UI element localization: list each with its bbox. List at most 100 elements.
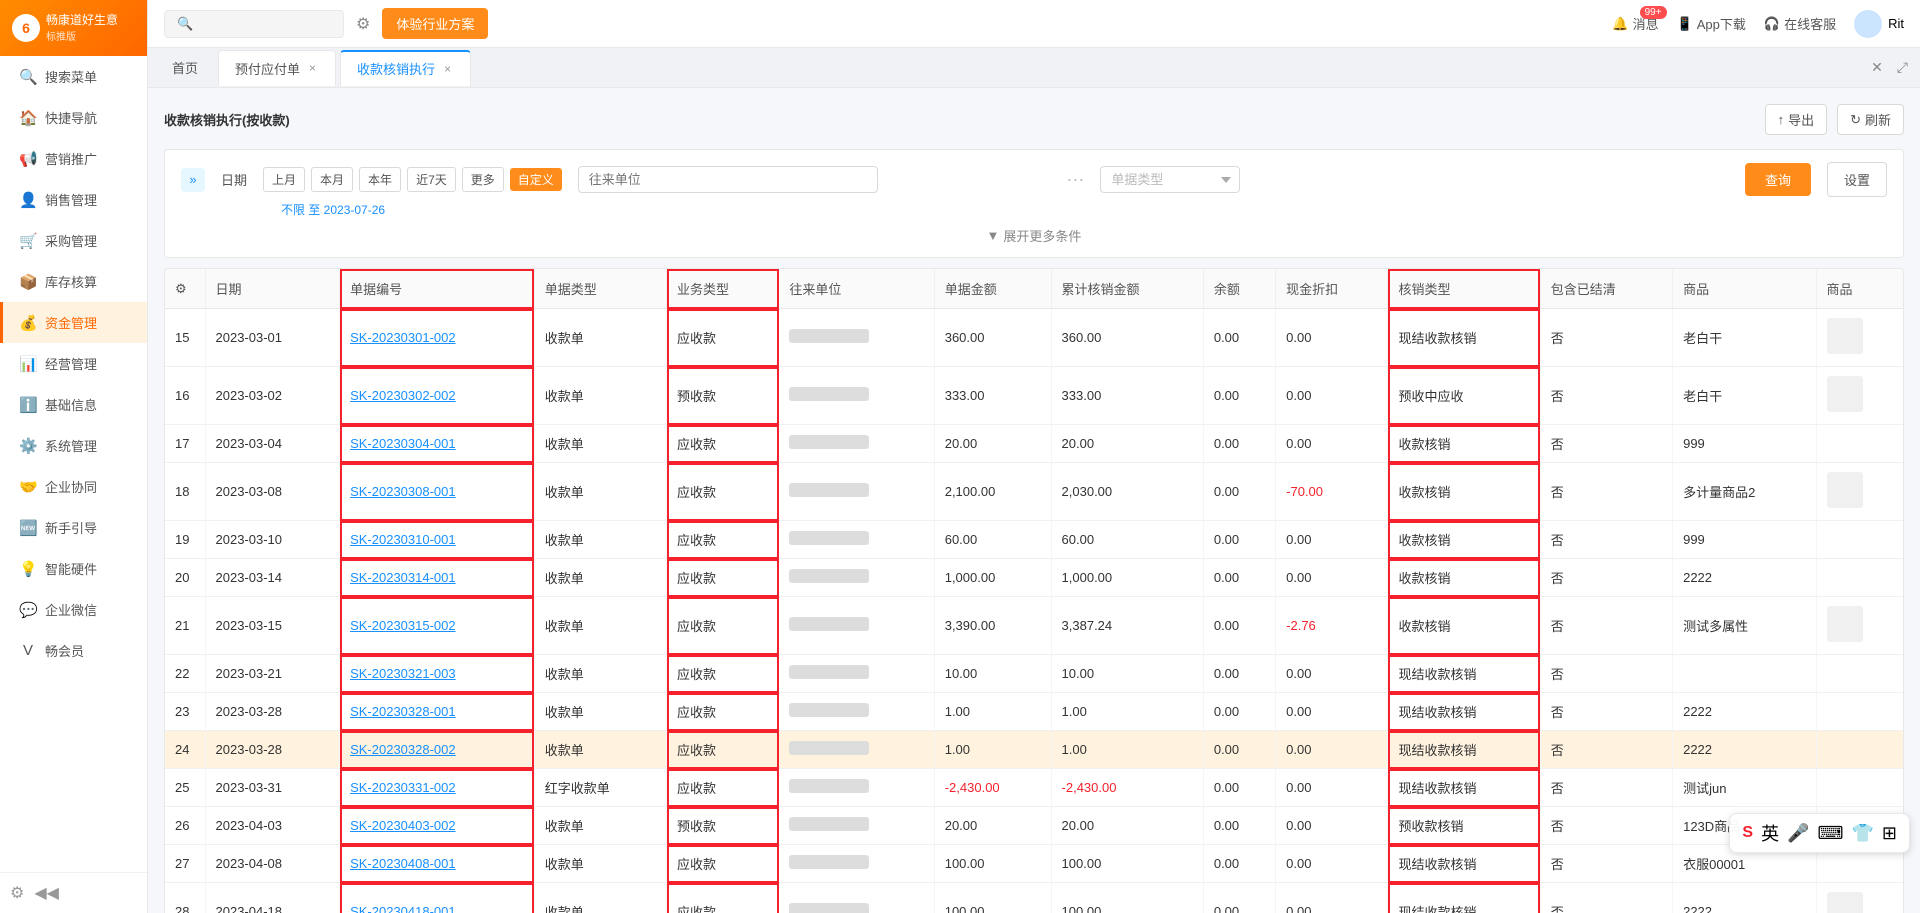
- sidebar-item-finance[interactable]: 💰 资金管理: [0, 302, 147, 343]
- bill-no-link[interactable]: SK-20230328-002: [350, 742, 456, 757]
- tab-receipt-close[interactable]: ×: [441, 61, 454, 77]
- sidebar-item-search[interactable]: 🔍 搜索菜单: [0, 56, 147, 97]
- sidebar-item-wechat[interactable]: 💬 企业微信: [0, 589, 147, 630]
- tab-maximize-button[interactable]: ⤢: [1893, 55, 1912, 80]
- sidebar-item-member[interactable]: V 畅会员: [0, 630, 147, 671]
- topbar-search-box[interactable]: 🔍: [164, 10, 344, 38]
- td-amount: 60.00: [934, 521, 1051, 559]
- td-counterpart: [779, 367, 934, 425]
- counterpart-masked: [789, 665, 869, 679]
- tab-home[interactable]: 首页: [156, 50, 214, 86]
- app-download-button[interactable]: 📱 App下载: [1677, 14, 1746, 33]
- bill-no-link[interactable]: SK-20230308-001: [350, 484, 456, 499]
- bill-no-link[interactable]: SK-20230314-001: [350, 570, 456, 585]
- tab-receipt[interactable]: 收款核销执行 ×: [340, 50, 471, 86]
- table-row[interactable]: 19 2023-03-10 SK-20230310-001 收款单 应收款 60…: [165, 521, 1903, 559]
- service-label: 在线客服: [1784, 14, 1836, 33]
- table-row[interactable]: 21 2023-03-15 SK-20230315-002 收款单 应收款 3,…: [165, 597, 1903, 655]
- bill-no-link[interactable]: SK-20230408-001: [350, 856, 456, 871]
- purchase-icon: 🛒: [19, 232, 37, 250]
- ime-shirt-icon[interactable]: 👕: [1851, 823, 1873, 844]
- td-biz-type: 预收款: [667, 807, 779, 845]
- td-write-off-type: 收款核销: [1388, 559, 1540, 597]
- counterpart-input[interactable]: [578, 166, 878, 193]
- table-row[interactable]: 24 2023-03-28 SK-20230328-002 收款单 应收款 1.…: [165, 731, 1903, 769]
- bill-no-link[interactable]: SK-20230328-001: [350, 704, 456, 719]
- bill-no-link[interactable]: SK-20230418-001: [350, 904, 456, 913]
- table-row[interactable]: 26 2023-04-03 SK-20230403-002 收款单 预收款 20…: [165, 807, 1903, 845]
- tab-payable-close[interactable]: ×: [306, 60, 319, 76]
- tab-close-all-button[interactable]: ✕: [1867, 55, 1887, 80]
- bill-no-link[interactable]: SK-20230403-002: [350, 818, 456, 833]
- table-row[interactable]: 16 2023-03-02 SK-20230302-002 收款单 预收款 33…: [165, 367, 1903, 425]
- th-settings[interactable]: ⚙: [165, 269, 205, 309]
- collapse-icon[interactable]: ◀◀: [34, 883, 59, 903]
- bill-no-link[interactable]: SK-20230315-002: [350, 618, 456, 633]
- bill-type-select[interactable]: 单据类型: [1100, 166, 1240, 193]
- table-row[interactable]: 20 2023-03-14 SK-20230314-001 收款单 应收款 1,…: [165, 559, 1903, 597]
- product-thumbnail: [1827, 892, 1863, 913]
- date-btn-this-year[interactable]: 本年: [359, 167, 401, 192]
- table-row[interactable]: 18 2023-03-08 SK-20230308-001 收款单 应收款 2,…: [165, 463, 1903, 521]
- user-avatar[interactable]: Rit: [1854, 10, 1904, 38]
- notification-button[interactable]: 🔔 消息 99+: [1612, 14, 1658, 33]
- td-included: 否: [1540, 597, 1672, 655]
- member-icon: V: [19, 642, 37, 659]
- refresh-button[interactable]: ↻ 刷新: [1837, 104, 1904, 135]
- sidebar-item-basic[interactable]: ℹ️ 基础信息: [0, 384, 147, 425]
- sidebar-item-operations[interactable]: 📊 经营管理: [0, 343, 147, 384]
- sidebar-item-inventory[interactable]: 📦 库存核算: [0, 261, 147, 302]
- th-balance: 余额: [1203, 269, 1275, 309]
- td-date: 2023-03-15: [205, 597, 340, 655]
- payable-tab-label: 预付应付单: [235, 59, 300, 78]
- bill-no-link[interactable]: SK-20230301-002: [350, 330, 456, 345]
- th-write-off-type: 核销类型: [1388, 269, 1540, 309]
- ime-grid-icon[interactable]: ⊞: [1882, 823, 1897, 844]
- sidebar-item-hardware[interactable]: 💡 智能硬件: [0, 548, 147, 589]
- date-btn-more[interactable]: 更多: [462, 167, 504, 192]
- wechat-icon: 💬: [19, 601, 37, 619]
- sidebar-item-system[interactable]: ⚙️ 系统管理: [0, 425, 147, 466]
- sidebar-item-sales[interactable]: 👤 销售管理: [0, 179, 147, 220]
- bill-no-link[interactable]: SK-20230302-002: [350, 388, 456, 403]
- sidebar-item-marketing[interactable]: 📢 营销推广: [0, 138, 147, 179]
- td-balance: 0.00: [1203, 367, 1275, 425]
- bill-no-link[interactable]: SK-20230310-001: [350, 532, 456, 547]
- bill-no-link[interactable]: SK-20230321-003: [350, 666, 456, 681]
- topbar-gear-icon[interactable]: ⚙: [356, 14, 370, 34]
- table-row[interactable]: 22 2023-03-21 SK-20230321-003 收款单 应收款 10…: [165, 655, 1903, 693]
- table-row[interactable]: 28 2023-04-18 SK-20230418-001 收款单 应收款 10…: [165, 883, 1903, 913]
- table-row[interactable]: 27 2023-04-08 SK-20230408-001 收款单 应收款 10…: [165, 845, 1903, 883]
- date-btn-this-month[interactable]: 本月: [311, 167, 353, 192]
- export-button[interactable]: ↑ 导出: [1765, 104, 1828, 135]
- ime-mic-icon[interactable]: 🎤: [1787, 823, 1809, 844]
- online-service-button[interactable]: 🎧 在线客服: [1764, 14, 1836, 33]
- td-date: 2023-03-01: [205, 309, 340, 367]
- settings-icon[interactable]: ⚙: [10, 883, 24, 903]
- date-btn-last-month[interactable]: 上月: [263, 167, 305, 192]
- filter-expand-button[interactable]: »: [181, 168, 205, 192]
- settings-button[interactable]: 设置: [1827, 162, 1887, 197]
- table-row[interactable]: 25 2023-03-31 SK-20230331-002 红字收款单 应收款 …: [165, 769, 1903, 807]
- sidebar-item-quick[interactable]: 🏠 快捷导航: [0, 97, 147, 138]
- sales-icon: 👤: [19, 191, 37, 209]
- td-bill-type: 收款单: [534, 883, 666, 913]
- table-scroll[interactable]: ⚙ 日期 单据编号 单据类型 业务类型 往来单位 单据金额 累计核销金额 余额 …: [165, 269, 1903, 913]
- date-btn-7days[interactable]: 近7天: [407, 167, 456, 192]
- query-button[interactable]: 查询: [1745, 163, 1811, 196]
- sidebar-item-guide[interactable]: 🆕 新手引导: [0, 507, 147, 548]
- bill-no-link[interactable]: SK-20230304-001: [350, 436, 456, 451]
- sidebar-item-purchase[interactable]: 🛒 采购管理: [0, 220, 147, 261]
- ime-chinese-icon[interactable]: 英: [1761, 820, 1779, 846]
- table-row[interactable]: 17 2023-03-04 SK-20230304-001 收款单 应收款 20…: [165, 425, 1903, 463]
- industry-solution-button[interactable]: 体验行业方案: [382, 8, 488, 39]
- ime-keyboard-icon[interactable]: ⌨: [1818, 823, 1844, 844]
- td-biz-type: 应收款: [667, 731, 779, 769]
- table-row[interactable]: 23 2023-03-28 SK-20230328-001 收款单 应收款 1.…: [165, 693, 1903, 731]
- date-custom-button[interactable]: 自定义: [510, 168, 562, 191]
- tab-payable[interactable]: 预付应付单 ×: [218, 50, 336, 86]
- table-row[interactable]: 15 2023-03-01 SK-20230301-002 收款单 应收款 36…: [165, 309, 1903, 367]
- sidebar-item-company[interactable]: 🤝 企业协同: [0, 466, 147, 507]
- expand-more-button[interactable]: ▼ 展开更多条件: [987, 226, 1082, 245]
- bill-no-link[interactable]: SK-20230331-002: [350, 780, 456, 795]
